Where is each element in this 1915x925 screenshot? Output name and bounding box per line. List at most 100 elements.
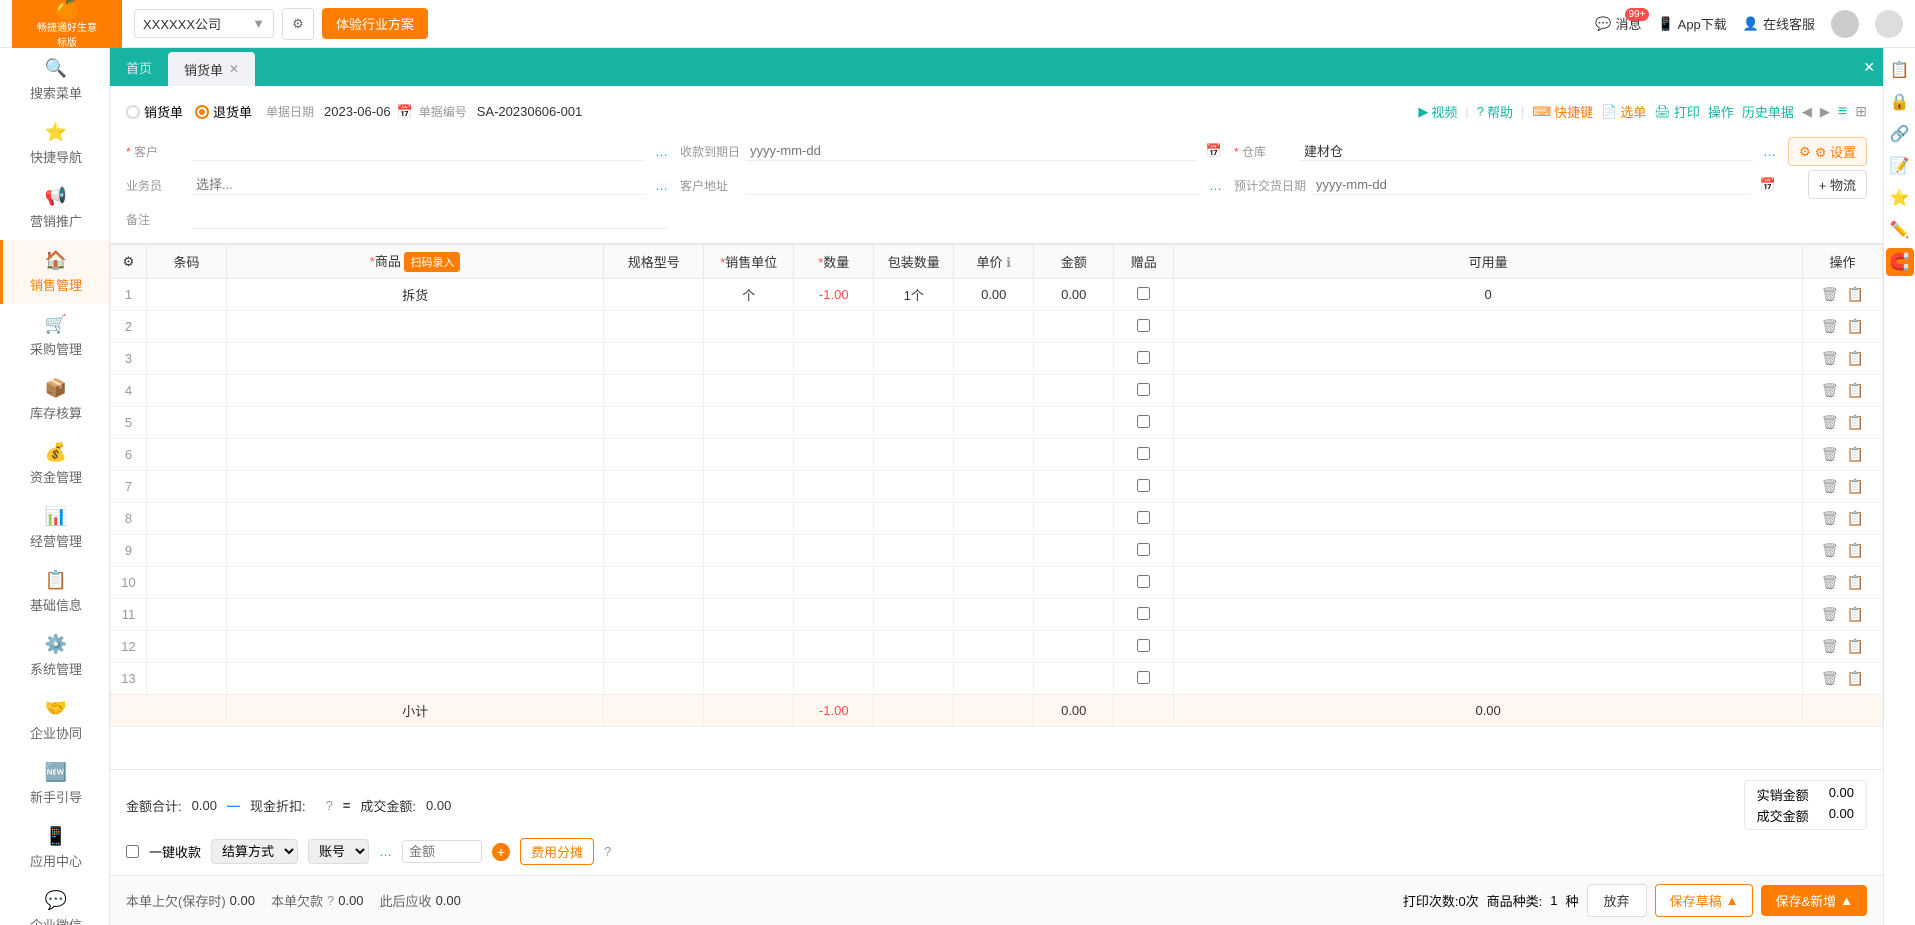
row-product-10[interactable] — [227, 567, 604, 599]
date-calendar-icon[interactable]: 📅 — [397, 104, 413, 120]
row-price-2[interactable] — [954, 311, 1034, 343]
video-btn[interactable]: ▶ 视频 — [1418, 102, 1457, 121]
row-price-1[interactable]: 0.00 — [954, 279, 1034, 311]
salesperson-input[interactable] — [192, 175, 645, 195]
row-unit-3[interactable] — [704, 343, 794, 375]
logistics-button[interactable]: + 物流 — [1808, 170, 1867, 199]
row-price-10[interactable] — [954, 567, 1034, 599]
row-pkgqty-2[interactable] — [874, 311, 954, 343]
row-copy-icon-9[interactable]: 📋 — [1847, 542, 1864, 559]
row-spec-5[interactable] — [604, 407, 704, 439]
row-unit-4[interactable] — [704, 375, 794, 407]
row-spec-2[interactable] — [604, 311, 704, 343]
row-amount-7[interactable] — [1034, 471, 1114, 503]
row-pkgqty-11[interactable] — [874, 599, 954, 631]
expense-split-button[interactable]: 费用分摊 — [520, 838, 594, 865]
row-spec-6[interactable] — [604, 439, 704, 471]
row-copy-icon-4[interactable]: 📋 — [1847, 382, 1864, 399]
message-button[interactable]: 💬 消息 99+ — [1595, 14, 1641, 33]
row-price-3[interactable] — [954, 343, 1034, 375]
row-price-12[interactable] — [954, 631, 1034, 663]
settlement-select[interactable]: 结算方式 — [211, 839, 298, 864]
sidebar-item-finance[interactable]: 💰 资金管理 — [0, 432, 109, 496]
row-product-3[interactable] — [227, 343, 604, 375]
warehouse-input[interactable] — [1300, 141, 1753, 161]
row-gift-11[interactable] — [1114, 599, 1174, 631]
row-delete-icon-1[interactable]: 🗑 — [1821, 286, 1839, 303]
row-unit-13[interactable] — [704, 663, 794, 695]
row-barcode-9[interactable] — [147, 535, 227, 567]
row-price-11[interactable] — [954, 599, 1034, 631]
help-btn[interactable]: ? 帮助 — [1477, 102, 1513, 121]
row-unit-1[interactable]: 个 — [704, 279, 794, 311]
row-amount-4[interactable] — [1034, 375, 1114, 407]
row-pkgqty-13[interactable] — [874, 663, 954, 695]
sidebar-item-purchase[interactable]: 🛒 采购管理 — [0, 304, 109, 368]
row-amount-11[interactable] — [1034, 599, 1114, 631]
sidebar-item-sales[interactable]: 🏠 销售管理 — [0, 240, 109, 304]
row-amount-10[interactable] — [1034, 567, 1114, 599]
tab-close-icon[interactable]: ✕ — [229, 62, 239, 76]
row-spec-8[interactable] — [604, 503, 704, 535]
sidebar-item-guide[interactable]: 🆕 新手引导 — [0, 752, 109, 816]
row-unit-7[interactable] — [704, 471, 794, 503]
row-price-8[interactable] — [954, 503, 1034, 535]
right-panel-btn-1[interactable]: 📋 — [1886, 56, 1914, 84]
row-barcode-12[interactable] — [147, 631, 227, 663]
row-gift-2[interactable] — [1114, 311, 1174, 343]
row-amount-12[interactable] — [1034, 631, 1114, 663]
row-product-11[interactable] — [227, 599, 604, 631]
prev-icon[interactable]: ◀ — [1802, 104, 1812, 120]
row-amount-6[interactable] — [1034, 439, 1114, 471]
row-product-7[interactable] — [227, 471, 604, 503]
row-price-6[interactable] — [954, 439, 1034, 471]
right-panel-btn-6[interactable]: ✏️ — [1886, 216, 1914, 244]
row-qty-7[interactable] — [794, 471, 874, 503]
sidebar-item-business[interactable]: 📊 经营管理 — [0, 496, 109, 560]
warehouse-more-icon[interactable]: … — [1763, 144, 1776, 159]
row-pkgqty-9[interactable] — [874, 535, 954, 567]
row-spec-12[interactable] — [604, 631, 704, 663]
row-unit-5[interactable] — [704, 407, 794, 439]
sidebar-item-wechat[interactable]: 💬 企业微信 — [0, 880, 109, 925]
row-qty-2[interactable] — [794, 311, 874, 343]
row-copy-icon-2[interactable]: 📋 — [1847, 318, 1864, 335]
row-copy-icon-11[interactable]: 📋 — [1847, 606, 1864, 623]
shortcut-btn[interactable]: ⌨ 快捷键 — [1532, 102, 1593, 121]
row-amount-5[interactable] — [1034, 407, 1114, 439]
row-delete-icon-10[interactable]: 🗑 — [1821, 574, 1839, 591]
row-copy-icon-3[interactable]: 📋 — [1847, 350, 1864, 367]
tab-home[interactable]: 首页 — [110, 48, 168, 86]
print-btn[interactable]: 🖨 打印 — [1654, 102, 1700, 121]
row-pkgqty-12[interactable] — [874, 631, 954, 663]
row-spec-13[interactable] — [604, 663, 704, 695]
row-gift-8[interactable] — [1114, 503, 1174, 535]
due-date-input[interactable] — [746, 141, 1196, 161]
row-spec-10[interactable] — [604, 567, 704, 599]
row-spec-7[interactable] — [604, 471, 704, 503]
row-copy-icon-10[interactable]: 📋 — [1847, 574, 1864, 591]
one-click-payment-checkbox[interactable] — [126, 845, 139, 858]
sidebar-item-collab[interactable]: 🤝 企业协同 — [0, 688, 109, 752]
row-gift-4[interactable] — [1114, 375, 1174, 407]
row-spec-4[interactable] — [604, 375, 704, 407]
view-list-icon[interactable]: ≡ — [1838, 103, 1847, 121]
row-unit-9[interactable] — [704, 535, 794, 567]
row-unit-11[interactable] — [704, 599, 794, 631]
select-btn[interactable]: 📄 选单 — [1601, 102, 1646, 121]
delivery-date-calendar-icon[interactable]: 📅 — [1760, 177, 1776, 193]
row-pkgqty-3[interactable] — [874, 343, 954, 375]
row-qty-11[interactable] — [794, 599, 874, 631]
row-delete-icon-9[interactable]: 🗑 — [1821, 542, 1839, 559]
remarks-input[interactable] — [192, 209, 668, 229]
row-gift-5[interactable] — [1114, 407, 1174, 439]
amount-more-icon[interactable]: … — [379, 844, 392, 859]
row-price-13[interactable] — [954, 663, 1034, 695]
next-icon[interactable]: ▶ — [1820, 104, 1830, 120]
row-product-6[interactable] — [227, 439, 604, 471]
tab-sales-order[interactable]: 销货单 ✕ — [168, 52, 255, 86]
expense-info-icon[interactable]: ? — [604, 844, 611, 859]
col-settings[interactable]: ⚙ — [111, 245, 147, 279]
row-barcode-13[interactable] — [147, 663, 227, 695]
row-copy-icon-8[interactable]: 📋 — [1847, 510, 1864, 527]
